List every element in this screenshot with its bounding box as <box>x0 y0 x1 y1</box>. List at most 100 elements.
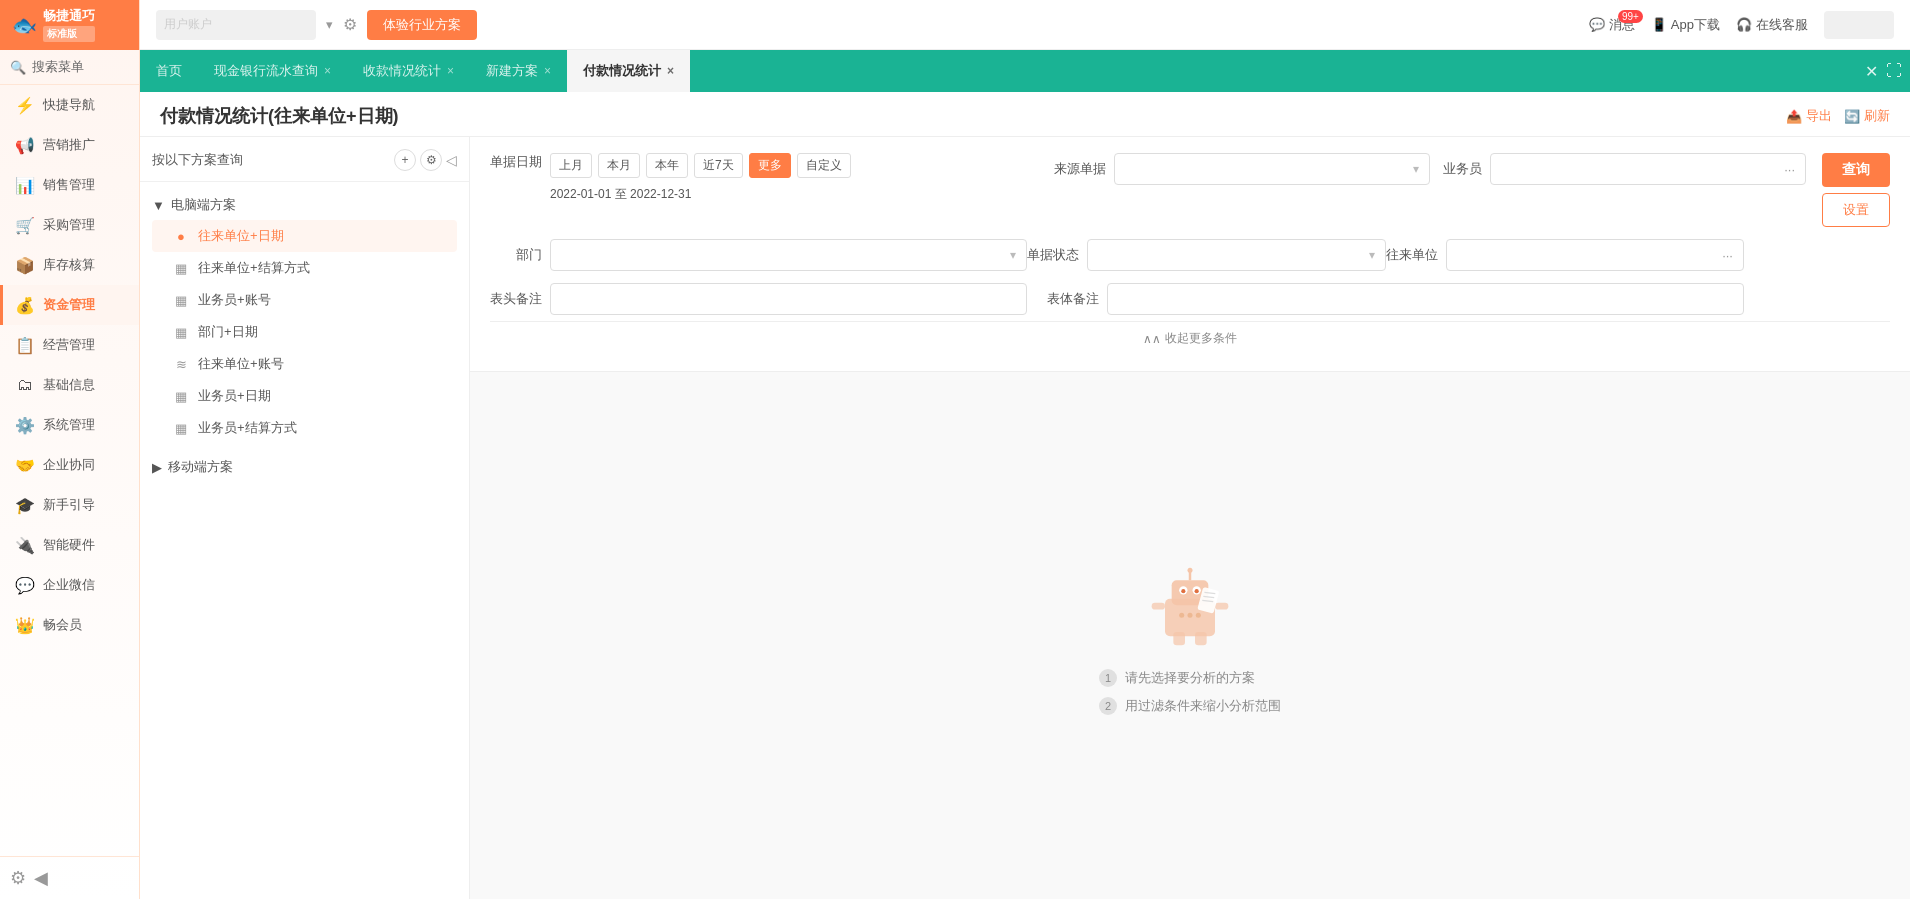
tab-cash-flow-close[interactable]: × <box>324 64 331 78</box>
scheme-staff-account[interactable]: ▦ 业务员+账号 <box>152 284 457 316</box>
user-avatar[interactable] <box>1824 11 1894 39</box>
dept-dropdown-arrow: ▾ <box>1010 248 1016 262</box>
hint-num-2: 2 <box>1099 697 1117 715</box>
sidebar-item-cooperation[interactable]: 🤝 企业协同 <box>0 445 139 485</box>
settings-gear-button[interactable]: ⚙ <box>10 867 26 889</box>
date-this-month-button[interactable]: 本月 <box>598 153 640 178</box>
scheme-collapse-button[interactable]: ◁ <box>446 152 457 168</box>
scheme-unit-settle[interactable]: ▦ 往来单位+结算方式 <box>152 252 457 284</box>
collapse-conditions-button[interactable]: ∧∧ 收起更多条件 <box>490 321 1890 355</box>
query-button[interactable]: 查询 <box>1822 153 1890 187</box>
topbar-gear-icon[interactable]: ⚙ <box>343 15 357 34</box>
mobile-scheme-section: ▶ 移动端方案 <box>140 444 469 482</box>
scheme-dept-date[interactable]: ▦ 部门+日期 <box>152 316 457 348</box>
tab-home[interactable]: 首页 <box>140 50 198 92</box>
status-dropdown[interactable]: ▾ <box>1087 239 1385 271</box>
sidebar-item-member[interactable]: 👑 畅会员 <box>0 605 139 645</box>
scheme-unit-date[interactable]: ● 往来单位+日期 <box>152 220 457 252</box>
tab-cash-flow[interactable]: 现金银行流水查询 × <box>198 50 347 92</box>
trial-button[interactable]: 体验行业方案 <box>367 10 477 40</box>
date-this-year-button[interactable]: 本年 <box>646 153 688 178</box>
system-icon: ⚙️ <box>15 415 35 435</box>
user-selector[interactable]: 用户账户 <box>156 10 316 40</box>
mobile-section-toggle[interactable]: ▶ 移动端方案 <box>152 452 457 482</box>
refresh-label: 刷新 <box>1864 107 1890 125</box>
sidebar-item-purchase[interactable]: 🛒 采购管理 <box>0 205 139 245</box>
sidebar-item-basic-info[interactable]: 🗂 基础信息 <box>0 365 139 405</box>
scheme-unit-account[interactable]: ≋ 往来单位+账号 <box>152 348 457 380</box>
scheme-icon-3: ▦ <box>172 323 190 341</box>
tab-payment-stats-close[interactable]: × <box>667 64 674 78</box>
message-area[interactable]: 💬 消息 99+ <box>1589 16 1635 34</box>
sidebar-item-wechat[interactable]: 💬 企业微信 <box>0 565 139 605</box>
main-content: 用户账户 ▾ ⚙ 体验行业方案 💬 消息 99+ 📱 App下载 🎧 在线客服 … <box>140 0 1910 899</box>
sidebar-item-label: 营销推广 <box>43 136 95 154</box>
refresh-button[interactable]: 🔄 刷新 <box>1844 107 1890 125</box>
body-note-input[interactable] <box>1107 283 1744 315</box>
unit-ellipsis[interactable]: ··· <box>1722 248 1733 263</box>
scheme-staff-date[interactable]: ▦ 业务员+日期 <box>152 380 457 412</box>
version-tag: 标准版 <box>43 26 95 42</box>
user-dropdown-icon[interactable]: ▾ <box>326 17 333 32</box>
topbar: 用户账户 ▾ ⚙ 体验行业方案 💬 消息 99+ 📱 App下载 🎧 在线客服 <box>140 0 1910 50</box>
logo-text: 畅捷通巧 <box>43 8 95 24</box>
tab-collection[interactable]: 收款情况统计 × <box>347 50 470 92</box>
header-note-input[interactable] <box>550 283 1027 315</box>
status-label: 单据状态 <box>1027 246 1079 264</box>
body-note-label: 表体备注 <box>1047 290 1099 308</box>
date-range-display[interactable]: 2022-01-01 至 2022-12-31 <box>550 186 851 203</box>
tab-payment-stats[interactable]: 付款情况统计 × <box>567 50 690 92</box>
tab-new-scheme-close[interactable]: × <box>544 64 551 78</box>
sidebar-item-label: 采购管理 <box>43 216 95 234</box>
date-last-month-button[interactable]: 上月 <box>550 153 592 178</box>
dept-label: 部门 <box>490 246 542 264</box>
tab-bar: 首页 现金银行流水查询 × 收款情况统计 × 新建方案 × 付款情况统计 × ✕… <box>140 50 1910 92</box>
date-custom-button[interactable]: 自定义 <box>797 153 851 178</box>
sidebar-item-system[interactable]: ⚙️ 系统管理 <box>0 405 139 445</box>
export-button[interactable]: 📤 导出 <box>1786 107 1832 125</box>
search-menu-item[interactable]: 🔍 搜索菜单 <box>0 50 139 85</box>
sidebar-item-guide[interactable]: 🎓 新手引导 <box>0 485 139 525</box>
online-service[interactable]: 🎧 在线客服 <box>1736 16 1808 34</box>
inventory-icon: 📦 <box>15 255 35 275</box>
settings-button[interactable]: 设置 <box>1822 193 1890 227</box>
service-icon: 🎧 <box>1736 17 1752 32</box>
tab-collection-label: 收款情况统计 <box>363 62 441 80</box>
sidebar-item-sales[interactable]: 📊 销售管理 <box>0 165 139 205</box>
scheme-staff-settle[interactable]: ▦ 业务员+结算方式 <box>152 412 457 444</box>
scheme-label: 业务员+结算方式 <box>198 419 297 437</box>
svg-point-13 <box>1188 612 1193 617</box>
source-label: 来源单据 <box>1054 160 1106 178</box>
staff-ellipsis[interactable]: ··· <box>1784 162 1795 177</box>
topbar-right: 💬 消息 99+ 📱 App下载 🎧 在线客服 <box>1589 11 1894 39</box>
scheme-gear-button[interactable]: ⚙ <box>420 149 442 171</box>
desktop-section-toggle[interactable]: ▼ 电脑端方案 <box>152 190 457 220</box>
sidebar-item-marketing[interactable]: 📢 营销推广 <box>0 125 139 165</box>
purchase-icon: 🛒 <box>15 215 35 235</box>
tab-new-scheme[interactable]: 新建方案 × <box>470 50 567 92</box>
sidebar-item-quick-nav[interactable]: ⚡ 快捷导航 <box>0 85 139 125</box>
tab-fullscreen-icon[interactable]: ⛶ <box>1886 62 1902 80</box>
sidebar-item-label: 企业协同 <box>43 456 95 474</box>
sidebar-item-finance[interactable]: 💰 资金管理 <box>0 285 139 325</box>
app-download[interactable]: 📱 App下载 <box>1651 16 1720 34</box>
svg-point-12 <box>1179 612 1184 617</box>
scheme-icon-6: ▦ <box>172 419 190 437</box>
tab-close-all-icon[interactable]: ✕ <box>1865 62 1878 81</box>
query-area: 单据日期 上月 本月 本年 近7天 更多 自定义 2022-01-01 至 20… <box>470 137 1910 372</box>
source-dropdown[interactable]: ▾ <box>1114 153 1430 185</box>
tab-collection-close[interactable]: × <box>447 64 454 78</box>
scheme-icon-4: ≋ <box>172 355 190 373</box>
date-more-button[interactable]: 更多 <box>749 153 791 178</box>
empty-hint-2: 2 用过滤条件来缩小分析范围 <box>1099 697 1281 715</box>
sidebar-item-smart[interactable]: 🔌 智能硬件 <box>0 525 139 565</box>
scheme-add-button[interactable]: + <box>394 149 416 171</box>
collapse-sidebar-button[interactable]: ◀ <box>34 867 48 889</box>
sidebar-item-inventory[interactable]: 📦 库存核算 <box>0 245 139 285</box>
wechat-icon: 💬 <box>15 575 35 595</box>
sidebar-item-operation[interactable]: 📋 经营管理 <box>0 325 139 365</box>
date-last7-button[interactable]: 近7天 <box>694 153 743 178</box>
basic-info-icon: 🗂 <box>15 375 35 395</box>
dept-dropdown[interactable]: ▾ <box>550 239 1027 271</box>
app-label: App下载 <box>1671 16 1720 34</box>
